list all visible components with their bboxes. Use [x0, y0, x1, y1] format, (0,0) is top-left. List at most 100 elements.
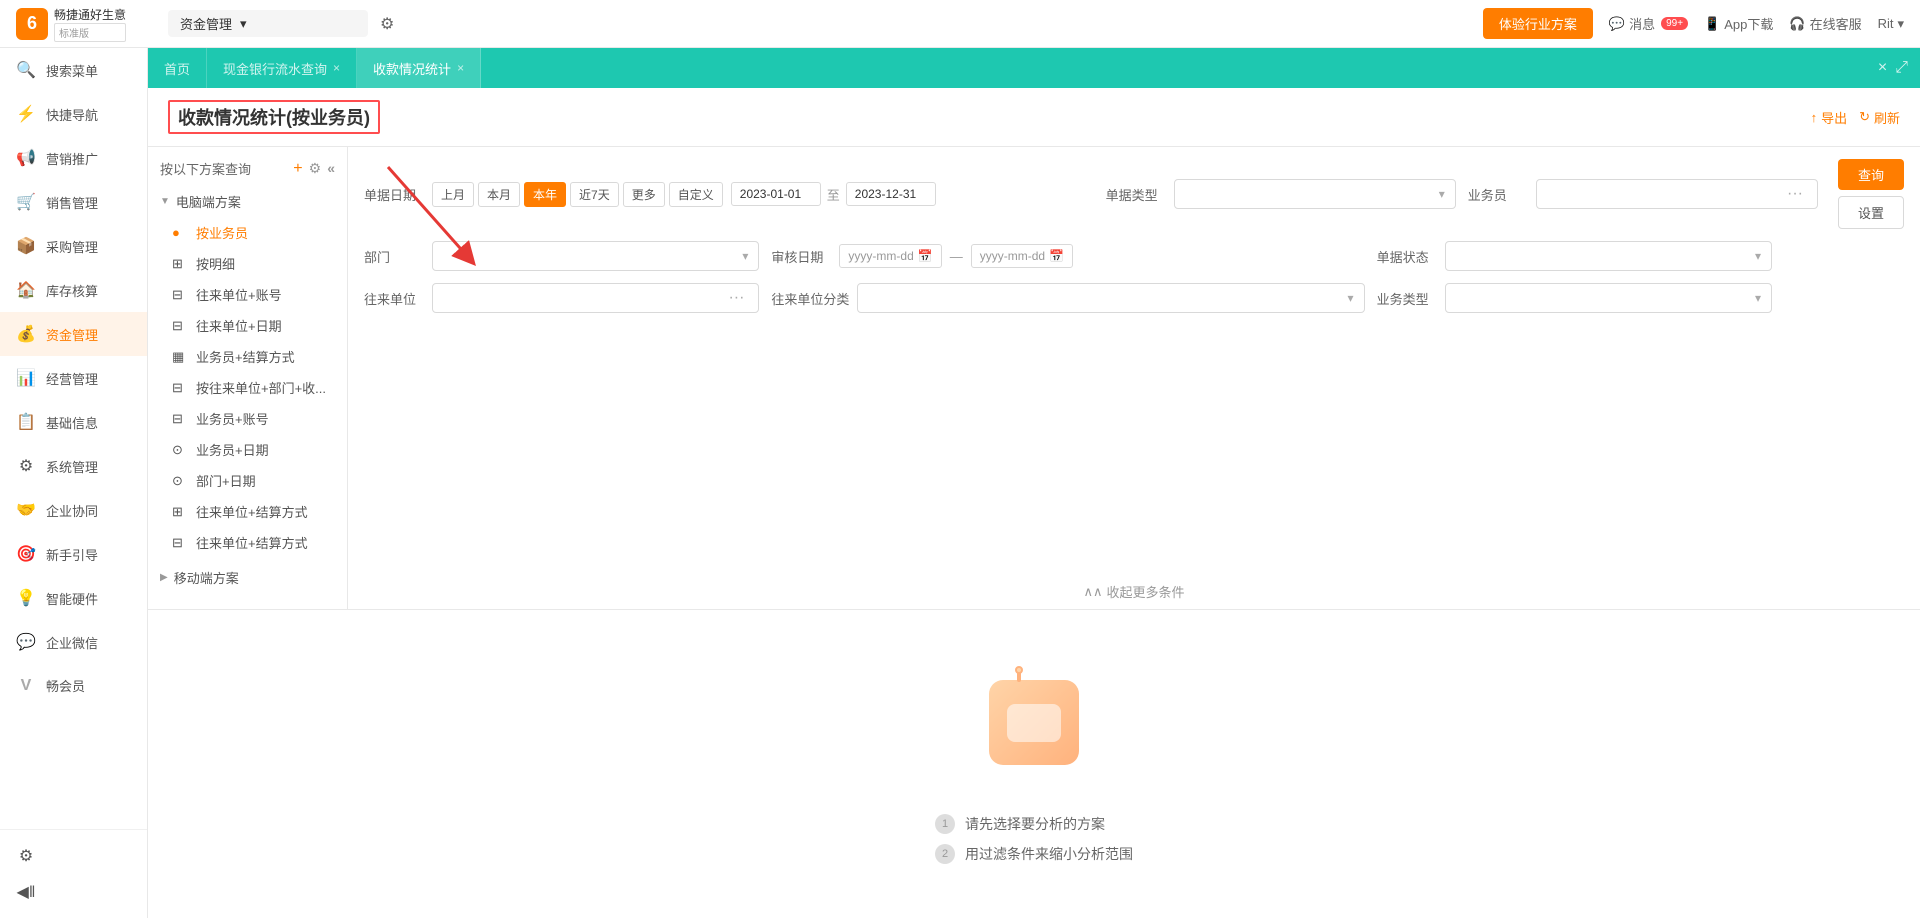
quicknav-icon: ⚡: [16, 104, 36, 124]
date-btn-more[interactable]: 更多: [623, 182, 665, 207]
date-label: 单据日期: [364, 185, 424, 204]
scheme-item-4[interactable]: ▦ 业务员+结算方式: [148, 341, 347, 372]
collapse-chevron-icon: ∧∧: [1083, 584, 1102, 600]
collapse-more-conditions-btn[interactable]: ∧∧ 收起更多条件: [348, 574, 1920, 609]
page-content: 收款情况统计(按业务员) ↑ 导出 ↻ 刷新: [148, 88, 1920, 918]
docstatus-chevron: ▾: [1755, 249, 1761, 263]
scheme-group-mobile-header[interactable]: ▶ 移动端方案: [148, 562, 347, 593]
export-button[interactable]: ↑ 导出: [1811, 108, 1848, 127]
date-btn-7days[interactable]: 近7天: [570, 182, 619, 207]
tab-cashflow-close[interactable]: ×: [333, 61, 340, 75]
sidebar-item-inventory[interactable]: 🏠 库存核算: [0, 268, 147, 312]
phone-icon: 📱: [1704, 16, 1720, 32]
query-button[interactable]: 查询: [1838, 159, 1904, 190]
counterpart-input[interactable]: ···: [432, 283, 759, 313]
app-download-action[interactable]: 📱 App下载: [1704, 14, 1773, 33]
scheme-header-label: 按以下方案查询: [160, 159, 251, 178]
salesperson-more-btn[interactable]: ···: [1783, 185, 1807, 203]
sidebar-item-purchase[interactable]: 📦 采购管理: [0, 224, 147, 268]
purchase-icon: 📦: [16, 236, 36, 256]
scheme-item-1[interactable]: ⊞ 按明细: [148, 248, 347, 279]
top-header: 6 畅捷通好生意 标准版 资金管理 ▾ ⚙ 体验行业方案 💬 消息 99+ 📱 …: [0, 0, 1920, 48]
inventory-icon: 🏠: [16, 280, 36, 300]
sidebar-item-marketing[interactable]: 📢 营销推广: [0, 136, 147, 180]
settings-button[interactable]: 设置: [1838, 196, 1904, 229]
biztype-input[interactable]: ▾: [1445, 283, 1772, 313]
date-btn-custom[interactable]: 自定义: [669, 182, 723, 207]
breadcrumb[interactable]: 资金管理 ▾: [168, 10, 368, 37]
user-chevron: ▾: [1897, 16, 1904, 32]
sidebar-item-corp-collab[interactable]: 🤝 企业协同: [0, 488, 147, 532]
scheme-add-icon[interactable]: +: [293, 160, 302, 178]
sidebar-label-quicknav: 快捷导航: [46, 105, 98, 124]
scheme-item-6[interactable]: ⊟ 业务员+账号: [148, 403, 347, 434]
sidebar-item-basic[interactable]: 📋 基础信息: [0, 400, 147, 444]
tab-home[interactable]: 首页: [148, 48, 207, 88]
date-to-input[interactable]: 2023-12-31: [846, 182, 936, 206]
message-icon: 💬: [1609, 16, 1625, 32]
biztype-chevron: ▾: [1755, 291, 1761, 305]
scheme-group-desktop-header[interactable]: ▼ 电脑端方案: [148, 186, 347, 217]
scheme-header: 按以下方案查询 + ⚙ «: [148, 159, 347, 186]
sidebar-item-operations[interactable]: 📊 经营管理: [0, 356, 147, 400]
scheme-item-10[interactable]: ⊟ 往来单位+结算方式: [148, 527, 347, 558]
sidebar-item-search[interactable]: 🔍 搜索菜单: [0, 48, 147, 92]
scheme-settings-icon[interactable]: ⚙: [309, 160, 322, 178]
sidebar-item-member[interactable]: V 畅会员: [0, 664, 147, 707]
mobile-group-expand-icon: ▶: [160, 572, 168, 583]
tab-close-all-btn[interactable]: ×: [1878, 59, 1887, 77]
scheme-item-5[interactable]: ⊟ 按往来单位+部门+收...: [148, 372, 347, 403]
sidebar-collapse-btn[interactable]: ◀‖: [0, 874, 147, 910]
sidebar-settings-btn[interactable]: ⚙: [0, 838, 147, 874]
tab-receipt-close[interactable]: ×: [457, 61, 464, 75]
review-from-input[interactable]: yyyy-mm-dd 📅: [839, 244, 941, 268]
scheme-item-9[interactable]: ⊞ 往来单位+结算方式: [148, 496, 347, 527]
review-to-input[interactable]: yyyy-mm-dd 📅: [971, 244, 1073, 268]
sidebar-label-collab: 企业协同: [46, 501, 98, 520]
salesperson-input[interactable]: ···: [1536, 179, 1818, 209]
scheme-item-8[interactable]: ⊙ 部门+日期: [148, 465, 347, 496]
sidebar-item-quicknav[interactable]: ⚡ 快捷导航: [0, 92, 147, 136]
date-btn-this-month[interactable]: 本月: [478, 182, 520, 207]
tip-item-2: 2 用过滤条件来缩小分析范围: [935, 844, 1133, 864]
refresh-button[interactable]: ↻ 刷新: [1859, 108, 1900, 127]
sidebar-item-system[interactable]: ⚙ 系统管理: [0, 444, 147, 488]
online-service-action[interactable]: 🎧 在线客服: [1789, 14, 1861, 33]
filter-biztype-field: 业务类型 ▾: [1377, 283, 1772, 313]
date-btn-last-month[interactable]: 上月: [432, 182, 474, 207]
counterpart-cat-input[interactable]: ▾: [857, 283, 1364, 313]
scheme-item-0[interactable]: ● 按业务员: [148, 217, 347, 248]
date-range-buttons: 上月 本月 本年 近7天 更多 自定义: [432, 182, 723, 207]
counterpart-more-btn[interactable]: ···: [724, 289, 748, 307]
scheme-group-mobile: ▶ 移动端方案: [148, 562, 347, 593]
tab-receipt-stats[interactable]: 收款情况统计 ×: [357, 48, 481, 88]
sidebar-item-hardware[interactable]: 💡 智能硬件: [0, 576, 147, 620]
date-btn-this-year[interactable]: 本年: [524, 182, 566, 207]
review-from-calendar-icon: 📅: [918, 249, 933, 263]
tab-expand-btn[interactable]: ⤢: [1895, 59, 1908, 77]
filter-docstatus-field: 单据状态 ▾: [1377, 241, 1772, 271]
user-avatar[interactable]: Rit ▾: [1878, 16, 1904, 32]
dept-input[interactable]: ▾: [432, 241, 759, 271]
scheme-item-icon-8: ⊙: [172, 473, 188, 489]
sidebar-item-sales[interactable]: 🛒 销售管理: [0, 180, 147, 224]
biztype-label: 业务类型: [1377, 289, 1437, 308]
settings-icon[interactable]: ⚙: [380, 14, 394, 34]
sidebar-item-newbie[interactable]: 🎯 新手引导: [0, 532, 147, 576]
sidebar-item-finance[interactable]: 💰 资金管理: [0, 312, 147, 356]
sidebar-item-wechat[interactable]: 💬 企业微信: [0, 620, 147, 664]
docstatus-input[interactable]: ▾: [1445, 241, 1772, 271]
scheme-collapse-icon[interactable]: «: [327, 160, 335, 178]
date-from-input[interactable]: 2023-01-01: [731, 182, 821, 206]
doctype-input[interactable]: ▾: [1174, 179, 1456, 209]
scheme-item-3[interactable]: ⊟ 往来单位+日期: [148, 310, 347, 341]
messages-action[interactable]: 💬 消息 99+: [1609, 14, 1688, 33]
empty-state: 1 请先选择要分析的方案 2 用过滤条件来缩小分析范围: [148, 610, 1920, 918]
tab-cashflow[interactable]: 现金银行流水查询 ×: [207, 48, 357, 88]
logo-icon: 6: [16, 8, 48, 40]
scheme-item-2[interactable]: ⊟ 往来单位+账号: [148, 279, 347, 310]
sidebar-label-member: 畅会员: [46, 676, 85, 695]
scheme-item-7[interactable]: ⊙ 业务员+日期: [148, 434, 347, 465]
robot-antenna-tip: [1015, 666, 1023, 674]
try-industry-button[interactable]: 体验行业方案: [1483, 8, 1593, 39]
